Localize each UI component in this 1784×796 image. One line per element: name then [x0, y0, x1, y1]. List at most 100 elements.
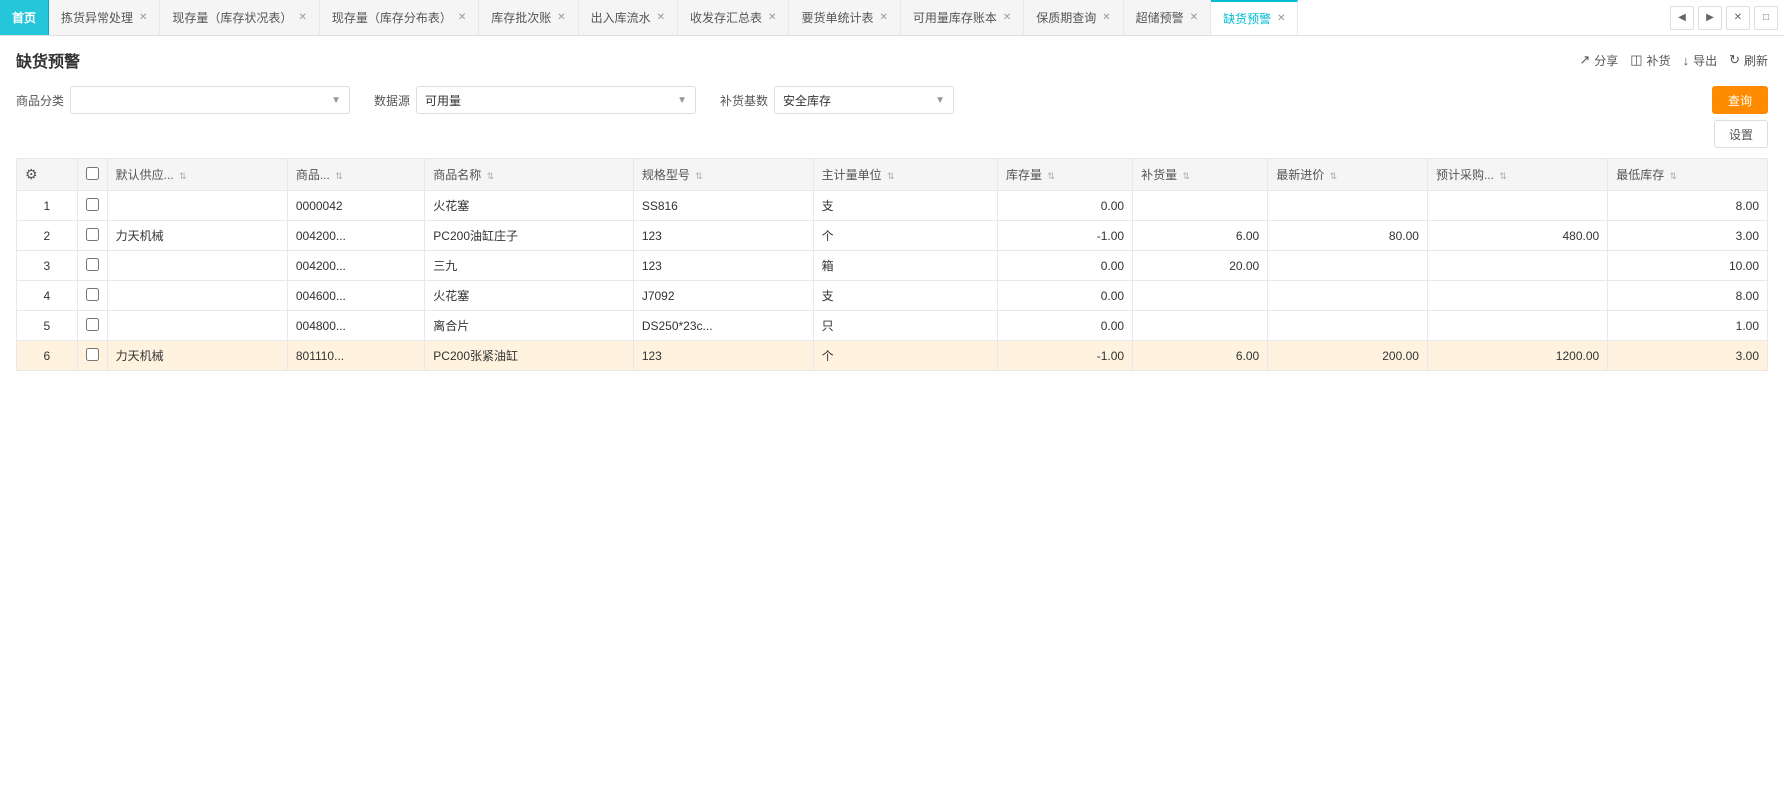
table-header-row: ⚙ 默认供应... ⇅ 商品... ⇅ 商品名称 ⇅ 规格	[17, 159, 1768, 191]
col-min-stock-sort-icon: ⇅	[1670, 171, 1678, 181]
row-replenish-qty: 6.00	[1133, 221, 1268, 251]
col-latest-price[interactable]: 最新进价 ⇅	[1268, 159, 1428, 191]
export-button[interactable]: ↓ 导出	[1683, 52, 1718, 69]
tab-overstock-close[interactable]: ✕	[1190, 12, 1198, 23]
tab-inventory-status[interactable]: 现存量（库存状况表） ✕	[160, 0, 319, 35]
col-supplier[interactable]: 默认供应... ⇅	[107, 159, 287, 191]
row-checkbox-input[interactable]	[86, 228, 99, 241]
header-actions: ↗ 分享 ◫ 补货 ↓ 导出 ↻ 刷新	[1579, 52, 1768, 69]
row-supplier	[107, 191, 287, 221]
gear-icon[interactable]: ⚙	[25, 166, 38, 182]
row-checkbox[interactable]	[77, 221, 107, 251]
row-no: 5	[17, 311, 78, 341]
col-unit[interactable]: 主计量单位 ⇅	[813, 159, 997, 191]
table-row[interactable]: 4004600...火花塞J7092支0.008.00	[17, 281, 1768, 311]
tab-available-ledger-close[interactable]: ✕	[1003, 12, 1011, 23]
row-checkbox-input[interactable]	[86, 258, 99, 271]
row-stock-qty: 0.00	[997, 191, 1132, 221]
col-supplier-sort-icon: ⇅	[179, 171, 187, 181]
tab-maximize[interactable]: □	[1754, 6, 1778, 30]
col-settings[interactable]: ⚙	[17, 159, 78, 191]
row-checkbox[interactable]	[77, 341, 107, 371]
data-table: ⚙ 默认供应... ⇅ 商品... ⇅ 商品名称 ⇅ 规格	[16, 158, 1768, 371]
tab-abnormal[interactable]: 拣货异常处理 ✕	[49, 0, 160, 35]
refresh-button[interactable]: ↻ 刷新	[1729, 52, 1768, 69]
row-stock-qty: 0.00	[997, 281, 1132, 311]
filter-container: 商品分类 ▼ 数据源 可用量 ▼ 补货基数 安全库存 ▼	[16, 86, 1768, 148]
table-row[interactable]: 6力天机械801110...PC200张紧油缸123个-1.006.00200.…	[17, 341, 1768, 371]
tab-receive-summary[interactable]: 收发存汇总表 ✕	[678, 0, 789, 35]
table-row[interactable]: 2力天机械004200...PC200油缸庄子123个-1.006.0080.0…	[17, 221, 1768, 251]
col-est-purchase[interactable]: 预计采购... ⇅	[1427, 159, 1607, 191]
row-checkbox[interactable]	[77, 251, 107, 281]
col-product-code-sort-icon: ⇅	[335, 171, 343, 181]
row-replenish-qty	[1133, 281, 1268, 311]
tab-abnormal-close[interactable]: ✕	[139, 12, 147, 23]
tab-nav-left[interactable]: ◀	[1670, 6, 1694, 30]
tab-receive-summary-close[interactable]: ✕	[768, 12, 776, 23]
share-button[interactable]: ↗ 分享	[1579, 52, 1618, 69]
row-min-stock: 1.00	[1608, 311, 1768, 341]
page-header: 缺货预警 ↗ 分享 ◫ 补货 ↓ 导出 ↻ 刷新	[16, 48, 1768, 72]
select-all-checkbox[interactable]	[86, 167, 99, 180]
col-min-stock-label: 最低库存	[1616, 168, 1664, 182]
row-no: 3	[17, 251, 78, 281]
row-latest-price	[1268, 311, 1428, 341]
row-checkbox[interactable]	[77, 191, 107, 221]
query-button[interactable]: 查询	[1712, 86, 1768, 114]
tab-shortage[interactable]: 缺货预警 ✕	[1211, 0, 1298, 35]
tab-inventory-status-label: 现存量（库存状况表）	[172, 9, 292, 26]
col-spec-sort-icon: ⇅	[695, 171, 703, 181]
col-stock-qty[interactable]: 库存量 ⇅	[997, 159, 1132, 191]
row-spec: J7092	[633, 281, 813, 311]
tab-available-ledger-label: 可用量库存账本	[913, 9, 997, 26]
row-replenish-qty	[1133, 191, 1268, 221]
col-product-name[interactable]: 商品名称 ⇅	[425, 159, 634, 191]
tab-inventory-dist[interactable]: 现存量（库存分布表） ✕	[320, 0, 479, 35]
row-stock-qty: 0.00	[997, 311, 1132, 341]
row-checkbox-input[interactable]	[86, 318, 99, 331]
replenish-label: 补货	[1647, 52, 1671, 69]
row-min-stock: 3.00	[1608, 341, 1768, 371]
row-product-code: 801110...	[287, 341, 424, 371]
tab-in-out-flow[interactable]: 出入库流水 ✕	[579, 0, 678, 35]
row-min-stock: 8.00	[1608, 281, 1768, 311]
settings-button[interactable]: 设置	[1714, 120, 1768, 148]
tab-expiry-query[interactable]: 保质期查询 ✕	[1024, 0, 1123, 35]
replenish-base-select[interactable]: 安全库存 ▼	[774, 86, 954, 114]
tab-batch-account[interactable]: 库存批次账 ✕	[479, 0, 578, 35]
replenish-button[interactable]: ◫ 补货	[1630, 52, 1670, 69]
tab-nav-right[interactable]: ▶	[1698, 6, 1722, 30]
tab-home[interactable]: 首页	[0, 0, 49, 35]
product-category-select[interactable]: ▼	[70, 86, 350, 114]
tab-shortage-close[interactable]: ✕	[1277, 13, 1285, 24]
col-min-stock[interactable]: 最低库存 ⇅	[1608, 159, 1768, 191]
row-checkbox[interactable]	[77, 281, 107, 311]
table-row[interactable]: 3004200...三九123箱0.0020.0010.00	[17, 251, 1768, 281]
row-checkbox-input[interactable]	[86, 198, 99, 211]
tab-inventory-status-close[interactable]: ✕	[298, 12, 306, 23]
tab-overstock[interactable]: 超储预警 ✕	[1124, 0, 1211, 35]
tab-in-out-flow-close[interactable]: ✕	[657, 12, 665, 23]
row-unit: 支	[813, 281, 997, 311]
table-row[interactable]: 5004800...离合片DS250*23c...只0.001.00	[17, 311, 1768, 341]
col-product-code[interactable]: 商品... ⇅	[287, 159, 424, 191]
table-row[interactable]: 10000042火花塞SS816支0.008.00	[17, 191, 1768, 221]
col-product-name-sort-icon: ⇅	[487, 171, 495, 181]
tab-close-all[interactable]: ✕	[1726, 6, 1750, 30]
data-source-select[interactable]: 可用量 ▼	[416, 86, 696, 114]
tab-inventory-dist-close[interactable]: ✕	[458, 12, 466, 23]
tab-demand-stat-close[interactable]: ✕	[879, 12, 887, 23]
col-replenish-qty[interactable]: 补货量 ⇅	[1133, 159, 1268, 191]
col-spec[interactable]: 规格型号 ⇅	[633, 159, 813, 191]
row-unit: 个	[813, 221, 997, 251]
tab-expiry-query-close[interactable]: ✕	[1102, 12, 1110, 23]
row-product-code: 0000042	[287, 191, 424, 221]
row-checkbox-input[interactable]	[86, 288, 99, 301]
row-checkbox[interactable]	[77, 311, 107, 341]
tab-batch-account-close[interactable]: ✕	[557, 12, 565, 23]
row-checkbox-input[interactable]	[86, 348, 99, 361]
tab-demand-stat[interactable]: 要货单统计表 ✕	[789, 0, 900, 35]
row-est-purchase: 1200.00	[1427, 341, 1607, 371]
tab-available-ledger[interactable]: 可用量库存账本 ✕	[901, 0, 1024, 35]
